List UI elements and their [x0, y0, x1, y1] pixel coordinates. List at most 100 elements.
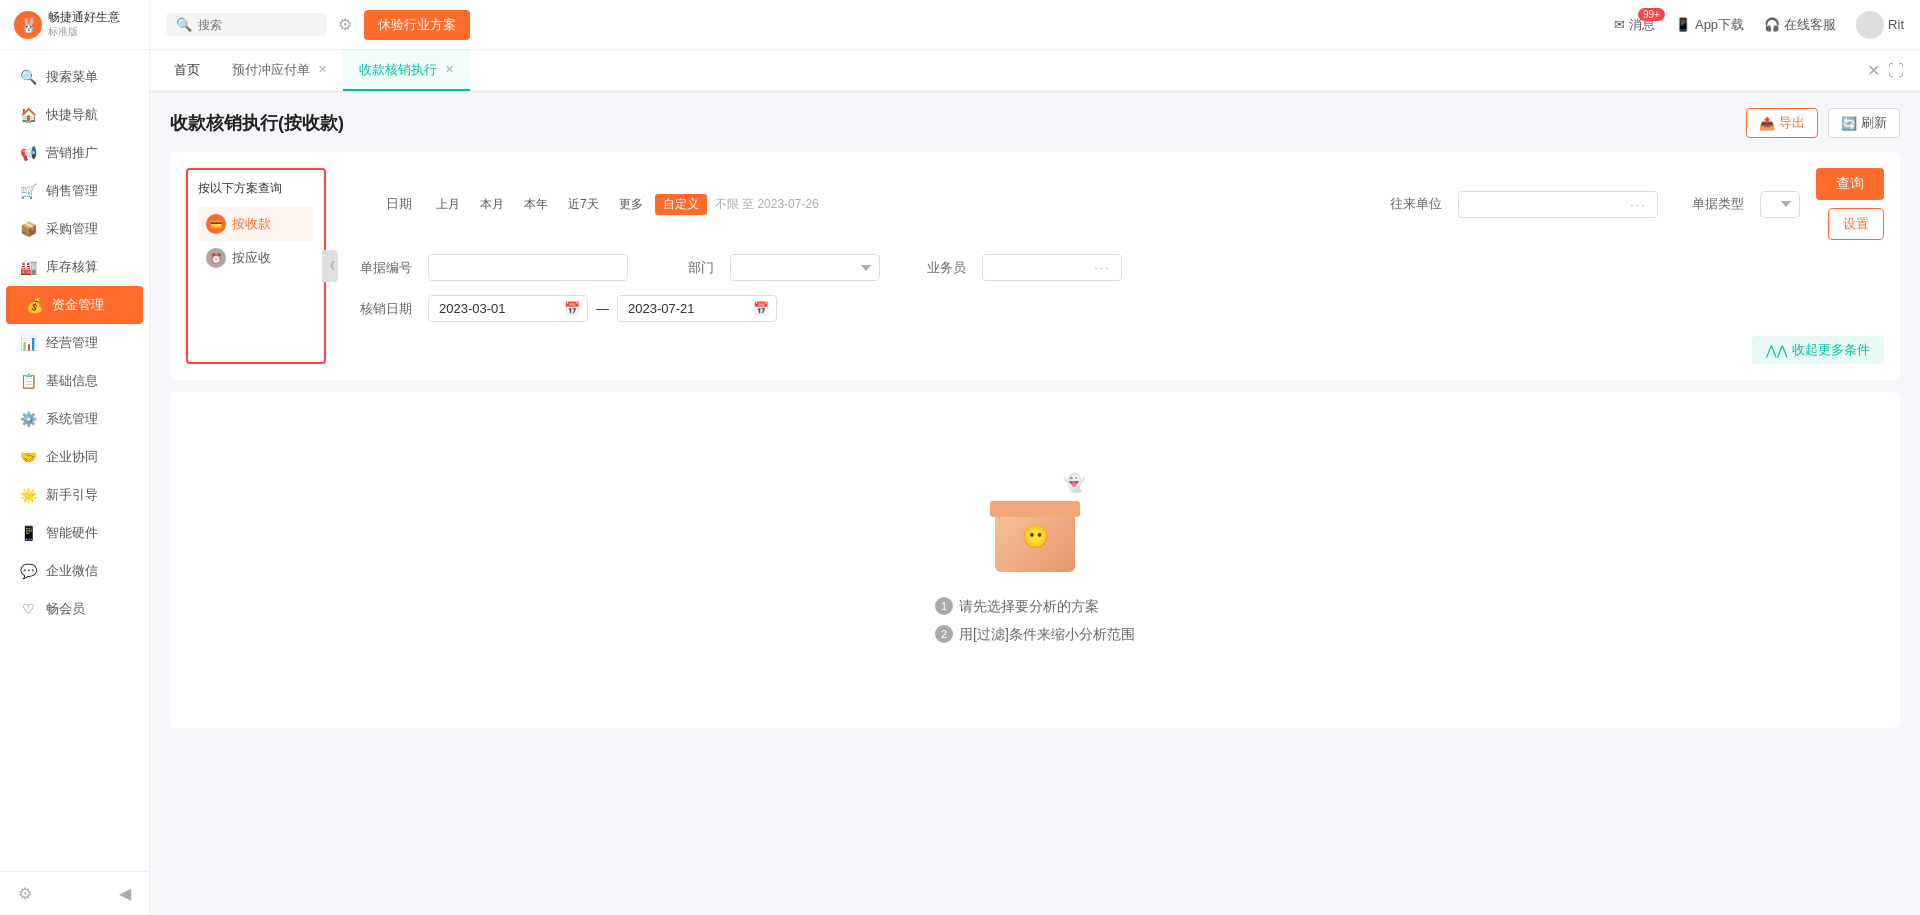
receipt-icon: 💳: [206, 214, 226, 234]
sidebar-item-wechat[interactable]: 💬 企业微信: [0, 552, 149, 590]
tab-advance-payment[interactable]: 预付冲应付单 ✕: [216, 50, 343, 91]
logo-sub: 标准版: [48, 25, 120, 39]
finance-icon: 💰: [24, 297, 44, 313]
wechat-icon: 💬: [18, 563, 38, 579]
online-service-btn[interactable]: 🎧 在线客服: [1764, 16, 1836, 34]
filter-sidebar: 按以下方案查询 💳 按收款 ⏰ 按应收 《: [186, 168, 326, 364]
sidebar-item-member[interactable]: ♡畅会员: [0, 590, 149, 628]
collapse-more-btn[interactable]: ⋀⋀ 收起更多条件: [1752, 336, 1884, 364]
expand-icon[interactable]: ⛶: [1888, 62, 1904, 80]
date-filter-value: 上月 本月 本年 近7天 更多 自定义 不限 至 2023-07-26: [428, 194, 1356, 215]
date-tab-this-year[interactable]: 本年: [516, 194, 556, 215]
settings-btn[interactable]: 设置: [1828, 208, 1884, 240]
sidebar-item-marketing[interactable]: 📢营销推广: [0, 134, 149, 172]
app-download-btn[interactable]: 📱 App下载: [1675, 16, 1744, 34]
empty-illustration: 😶 👻: [975, 472, 1095, 572]
date-tab-more[interactable]: 更多: [611, 194, 651, 215]
quick-nav-icon: 🏠: [18, 107, 38, 123]
date-label: 日期: [342, 195, 412, 213]
doc-number-label: 单据编号: [342, 259, 412, 277]
date-tab-last-month[interactable]: 上月: [428, 194, 468, 215]
tabbar: 首页 预付冲应付单 ✕ 收款核销执行 ✕ ✕ ⛶: [150, 50, 1920, 92]
filter-actions: 查询 设置: [1816, 168, 1884, 240]
logo-icon: 🐰: [14, 11, 42, 39]
sidebar-item-label: 企业微信: [46, 562, 98, 580]
sidebar-item-label: 资金管理: [52, 296, 104, 314]
calendar-icon-start[interactable]: 📅: [564, 301, 580, 316]
sidebar-item-label: 系统管理: [46, 410, 98, 428]
offset-start-wrapper: 📅: [428, 295, 588, 322]
avatar: [1856, 11, 1884, 39]
sidebar-item-search-menu[interactable]: 🔍搜索菜单: [0, 58, 149, 96]
sidebar-item-business[interactable]: 📊 经营管理: [0, 324, 149, 362]
gear-icon[interactable]: ⚙: [338, 15, 352, 34]
search-icon: 🔍: [176, 17, 192, 32]
tab-receipt-offset-close[interactable]: ✕: [445, 63, 454, 76]
refresh-btn[interactable]: 🔄 刷新: [1828, 108, 1900, 138]
chevron-up-icon: ⋀⋀: [1766, 343, 1788, 358]
tab-home[interactable]: 首页: [158, 50, 216, 91]
sidebar-item-system[interactable]: ⚙️系统管理: [0, 400, 149, 438]
purchase-icon: 📦: [18, 221, 38, 237]
business-icon: 📊: [18, 335, 38, 351]
doc-type-select[interactable]: [1760, 191, 1800, 218]
tab-receipt-offset[interactable]: 收款核销执行 ✕: [343, 50, 470, 91]
partner-label: 往来单位: [1372, 195, 1442, 213]
collapse-more-row: ⋀⋀ 收起更多条件: [342, 336, 1884, 364]
doc-number-input[interactable]: [428, 254, 628, 281]
sidebar-item-quick-nav[interactable]: 🏠快捷导航: [0, 96, 149, 134]
tab-bar-actions: ✕ ⛶: [1867, 50, 1912, 91]
date-tab-7days[interactable]: 近7天: [560, 194, 607, 215]
enterprise-icon: 🤝: [18, 449, 38, 465]
page-title: 收款核销执行(按收款): [170, 111, 344, 135]
refresh-icon: 🔄: [1841, 116, 1857, 131]
dept-select[interactable]: [730, 254, 880, 281]
sidebar-item-purchase[interactable]: 📦采购管理: [0, 210, 149, 248]
receivable-icon: ⏰: [206, 248, 226, 268]
filter-option-by-receipt[interactable]: 💳 按收款: [198, 207, 314, 241]
export-icon: 📤: [1759, 116, 1775, 131]
sidebar-item-inventory[interactable]: 🏭库存核算: [0, 248, 149, 286]
sidebar-item-label: 基础信息: [46, 372, 98, 390]
content-body: 😶 👻 1 请先选择要分析的方案 2 用[过滤]条件来缩小分析范围: [170, 392, 1900, 728]
inventory-icon: 🏭: [18, 259, 38, 275]
filter-option-by-receivable[interactable]: ⏰ 按应收: [198, 241, 314, 275]
date-no-limit-info: 不限 至 2023-07-26: [715, 196, 819, 213]
sidebar-item-label: 经营管理: [46, 334, 98, 352]
topbar-search-box[interactable]: 🔍: [166, 13, 326, 36]
sidebar-bottom: ⚙ ◀: [0, 871, 149, 915]
staff-input[interactable]: ···: [982, 254, 1122, 281]
sidebar-item-hardware[interactable]: 📱智能硬件: [0, 514, 149, 552]
sidebar-item-guide[interactable]: 🌟新手引导: [0, 476, 149, 514]
filter-row-docnum: 单据编号 部门 业务员 ···: [342, 254, 1884, 281]
user-profile[interactable]: Rit: [1856, 11, 1904, 39]
sidebar-item-sales[interactable]: 🛒销售管理: [0, 172, 149, 210]
date-range-sep: —: [596, 301, 609, 316]
sidebar-nav: 🔍搜索菜单🏠快捷导航📢营销推广🛒销售管理📦采购管理🏭库存核算 💰 资金管理 📊 经营管理…: [0, 50, 149, 871]
collapse-sidebar-icon[interactable]: ◀: [119, 884, 131, 903]
filter-form: 日期 上月 本月 本年 近7天 更多 自定义 不限 至: [342, 168, 1884, 364]
empty-tip-1: 1 请先选择要分析的方案: [935, 592, 1135, 620]
topbar-left: 🔍 ⚙ 休验行业方案: [166, 10, 470, 40]
sidebar-item-finance[interactable]: 💰 资金管理: [6, 286, 143, 324]
date-tab-custom[interactable]: 自定义: [655, 194, 707, 215]
sidebar-item-basic-info[interactable]: 📋基础信息: [0, 362, 149, 400]
sidebar-item-label: 搜索菜单: [46, 68, 98, 86]
hardware-icon: 📱: [18, 525, 38, 541]
tab-advance-payment-close[interactable]: ✕: [318, 63, 327, 76]
date-tab-this-month[interactable]: 本月: [472, 194, 512, 215]
calendar-icon-end[interactable]: 📅: [753, 301, 769, 316]
settings-icon[interactable]: ⚙: [18, 884, 32, 903]
close-tab-icon[interactable]: ✕: [1867, 61, 1880, 80]
query-btn[interactable]: 查询: [1816, 168, 1884, 200]
doc-type-label: 单据类型: [1674, 195, 1744, 213]
sidebar-item-enterprise[interactable]: 🤝企业协同: [0, 438, 149, 476]
search-input[interactable]: [198, 18, 316, 32]
export-btn[interactable]: 📤 导出: [1746, 108, 1818, 138]
partner-input[interactable]: ···: [1458, 191, 1658, 218]
industry-btn[interactable]: 休验行业方案: [364, 10, 470, 40]
sales-icon: 🛒: [18, 183, 38, 199]
filter-sidebar-title: 按以下方案查询: [198, 180, 314, 197]
message-btn[interactable]: ✉ 消息 99+: [1614, 16, 1655, 34]
sidebar-collapse-btn[interactable]: 《: [322, 250, 338, 282]
